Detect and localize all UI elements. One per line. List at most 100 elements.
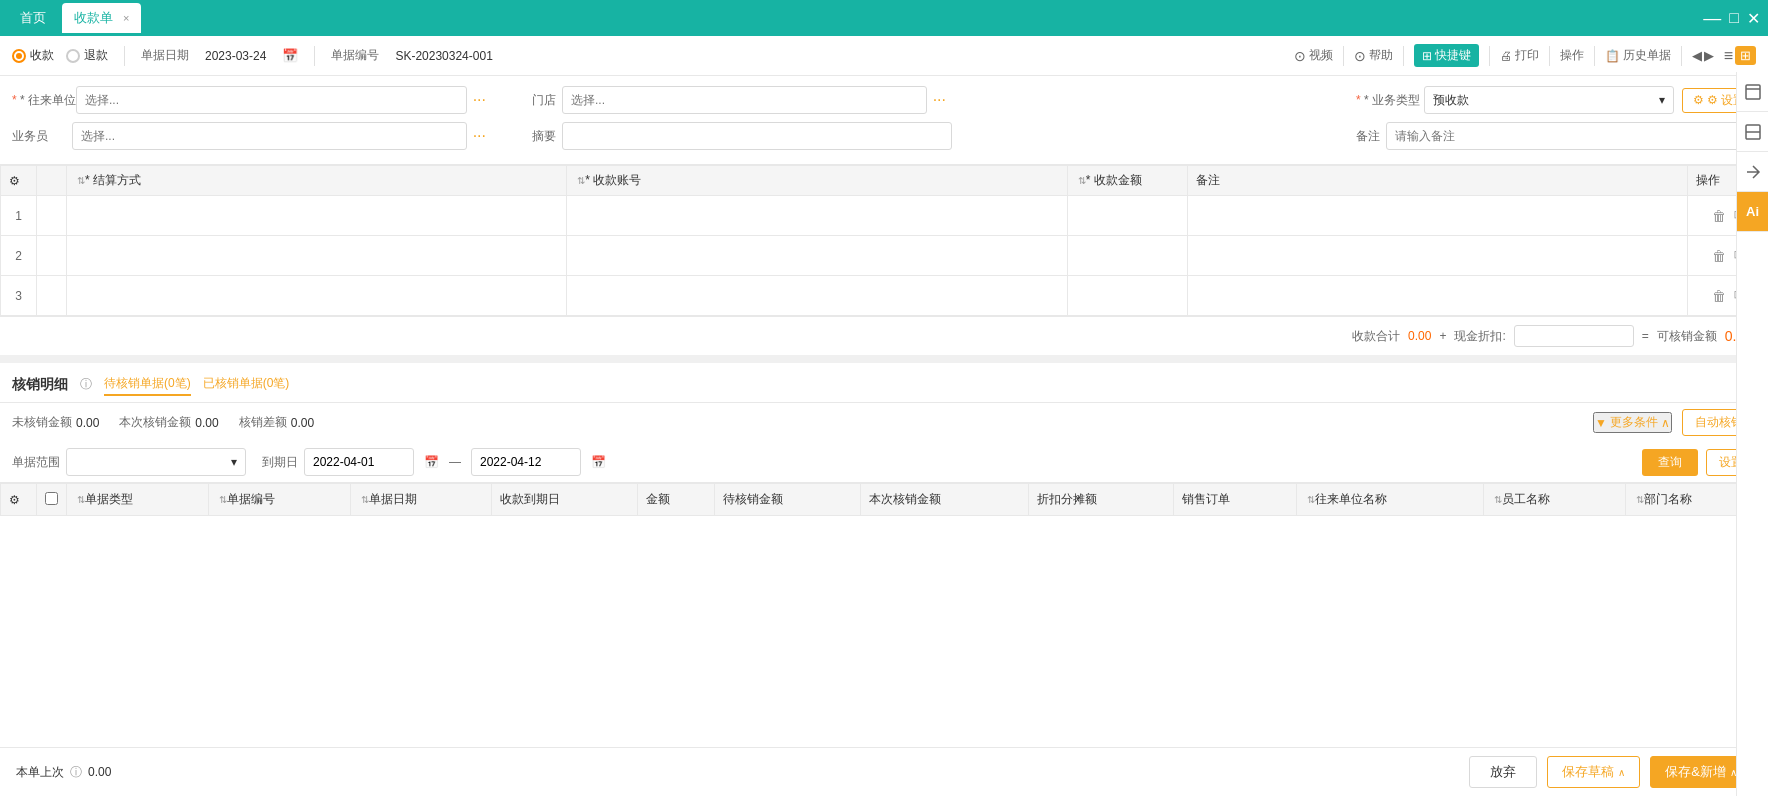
prev-value: 0.00 (88, 765, 111, 779)
tab-done[interactable]: 已核销单据(0笔) (203, 373, 290, 396)
staff-field: 业务员 ··· (12, 122, 492, 150)
row-3-delete-icon[interactable]: 🗑 (1712, 288, 1726, 304)
row-2-note-input[interactable] (1188, 236, 1687, 275)
unit-more-icon[interactable]: ··· (467, 91, 492, 109)
row-2-account-input[interactable] (567, 236, 1066, 275)
number-value: SK-20230324-001 (395, 49, 492, 63)
shop-more-icon[interactable]: ··· (927, 91, 952, 109)
footer-info-icon[interactable]: ⓘ (70, 764, 82, 781)
more-filter-btn[interactable]: ▼ 更多条件 ∧ (1593, 412, 1672, 433)
history-btn[interactable]: 📋 历史单据 (1605, 47, 1671, 64)
right-panel-btn-3[interactable] (1737, 152, 1769, 192)
row-3-account[interactable] (567, 276, 1067, 316)
row-2-settlement[interactable] (67, 236, 567, 276)
biz-type-label: * * 业务类型 (1356, 92, 1424, 109)
row-3-amount[interactable] (1067, 276, 1187, 316)
select-all-checkbox[interactable] (45, 492, 58, 505)
divider-5 (1489, 46, 1490, 66)
right-panel-btn-4[interactable]: Ai (1737, 192, 1769, 232)
tab-bar-right: — □ ✕ (1703, 8, 1760, 29)
row-1-account-input[interactable] (567, 196, 1066, 235)
row-1-settlement-input[interactable] (67, 196, 566, 235)
diff-value: 0.00 (291, 416, 314, 430)
close-window-icon[interactable]: ✕ (1747, 9, 1760, 28)
date-label: 单据日期 (141, 47, 189, 64)
discount-input[interactable] (1514, 325, 1634, 347)
staff-more-icon[interactable]: ··· (467, 127, 492, 145)
shop-input[interactable] (562, 86, 927, 114)
row-1-settlement[interactable] (67, 196, 567, 236)
row-1-amount[interactable] (1067, 196, 1187, 236)
table-header-row: ⚙ ⇅* 结算方式 ⇅* 收款账号 ⇅* 收款金额 备注 (1, 166, 1768, 196)
row-3-settlement[interactable] (67, 276, 567, 316)
radio-receipt[interactable]: 收款 (12, 47, 54, 64)
tab-active[interactable]: 收款单 × (62, 3, 141, 33)
staff-input[interactable] (72, 122, 467, 150)
range-select[interactable]: ▾ (66, 448, 246, 476)
divider-7 (1594, 46, 1595, 66)
form-row-2: 业务员 ··· 摘要 备注 (12, 122, 1756, 150)
row-2-amount-input[interactable] (1068, 236, 1187, 275)
row-1-amount-input[interactable] (1068, 196, 1187, 235)
date-to-input[interactable] (471, 448, 581, 476)
calendar-icon[interactable]: 📅 (282, 48, 298, 63)
shortcut-btn[interactable]: ⊞ 快捷键 (1414, 44, 1479, 67)
print-btn[interactable]: 🖨 打印 (1500, 47, 1539, 64)
row-1-note-input[interactable] (1188, 196, 1687, 235)
unit-input[interactable] (76, 86, 467, 114)
note-field: 备注 (1356, 122, 1756, 150)
biz-type-select[interactable]: 预收款 ▾ (1424, 86, 1674, 114)
date-field: 到期日 📅 — 📅 (262, 448, 606, 476)
current-stat: 本次核销金额 0.00 (119, 414, 218, 431)
row-1-account[interactable] (567, 196, 1067, 236)
layout-grid-icon[interactable]: ⊞ (1735, 46, 1756, 65)
tab-home[interactable]: 首页 (8, 3, 58, 33)
minimize-icon[interactable]: — (1703, 8, 1721, 29)
divider-8 (1681, 46, 1682, 66)
row-1-num-col (37, 196, 67, 236)
help-btn[interactable]: ⊙ 帮助 (1354, 47, 1393, 64)
toolbar-right: ⊙ 视频 ⊙ 帮助 ⊞ 快捷键 🖨 打印 操作 (1294, 44, 1756, 67)
abandon-btn[interactable]: 放弃 (1469, 756, 1537, 788)
hexiao-header: 核销明细 ⓘ 待核销单据(0笔) 已核销单据(0笔) (0, 363, 1768, 403)
query-btn[interactable]: 查询 (1642, 449, 1698, 476)
next-nav-icon[interactable]: ▶ (1704, 48, 1714, 63)
tab-close-icon[interactable]: × (123, 12, 129, 24)
settings-col-header[interactable]: ⚙ (1, 166, 37, 196)
note-input[interactable] (1386, 122, 1756, 150)
hexiao-info-icon[interactable]: ⓘ (80, 376, 92, 393)
row-2-amount[interactable] (1067, 236, 1187, 276)
row-3-note-input[interactable] (1188, 276, 1687, 315)
summary-input[interactable] (562, 122, 952, 150)
operation-btn[interactable]: 操作 (1560, 47, 1584, 64)
calendar-to-icon[interactable]: 📅 (591, 455, 606, 469)
row-3-settlement-input[interactable] (67, 276, 566, 315)
row-3-account-input[interactable] (567, 276, 1066, 315)
row-2-settlement-input[interactable] (67, 236, 566, 275)
save-draft-btn[interactable]: 保存草稿 ∧ (1547, 756, 1640, 788)
row-3-amount-input[interactable] (1068, 276, 1187, 315)
date-range-dash: — (449, 455, 461, 469)
row-2-delete-icon[interactable]: 🗑 (1712, 248, 1726, 264)
sub-settings-col[interactable]: ⚙ (1, 484, 37, 516)
sub-checkbox-col[interactable] (37, 484, 67, 516)
radio-refund[interactable]: 退款 (66, 47, 108, 64)
layout-list-icon[interactable]: ≡ (1724, 47, 1733, 65)
right-panel-btn-2[interactable] (1737, 112, 1769, 152)
date-from-input[interactable] (304, 448, 414, 476)
calendar-from-icon[interactable]: 📅 (424, 455, 439, 469)
row-2-account[interactable] (567, 236, 1067, 276)
right-panel-btn-1[interactable] (1737, 72, 1769, 112)
video-btn[interactable]: ⊙ 视频 (1294, 47, 1333, 64)
row-3-note[interactable] (1187, 276, 1687, 316)
note-col-header: 备注 (1187, 166, 1687, 196)
row-2-note[interactable] (1187, 236, 1687, 276)
total-label: 收款合计 (1352, 328, 1400, 345)
row-1-note[interactable] (1187, 196, 1687, 236)
maximize-icon[interactable]: □ (1729, 9, 1739, 27)
equals-sign: = (1642, 329, 1649, 343)
row-1-delete-icon[interactable]: 🗑 (1712, 208, 1726, 224)
tab-pending[interactable]: 待核销单据(0笔) (104, 373, 191, 396)
prev-nav-icon[interactable]: ◀ (1692, 48, 1702, 63)
hexiao-title: 核销明细 (12, 376, 68, 394)
